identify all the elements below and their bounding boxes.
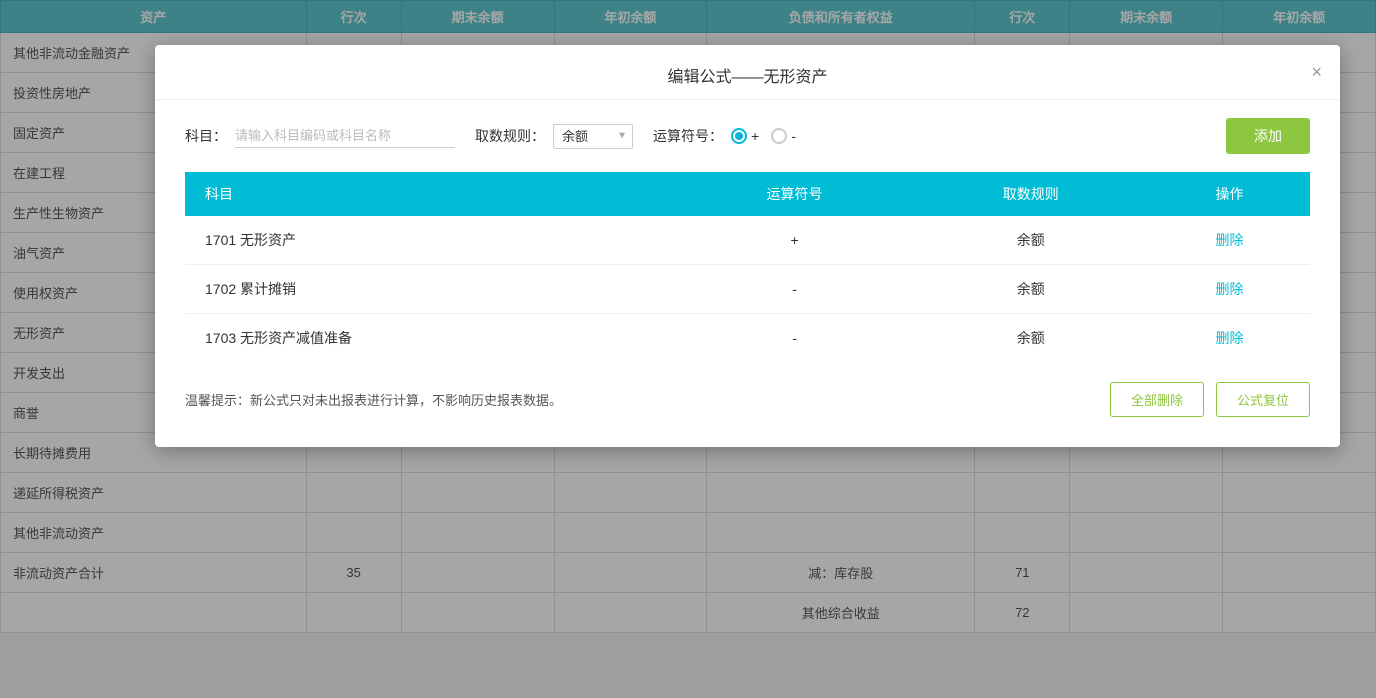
footer-buttons: 全部删除 公式复位 [1110, 382, 1310, 417]
table-row: 1701 无形资产+余额 删除 [185, 216, 1310, 265]
table-row: 1702 累计摊销-余额 删除 [185, 265, 1310, 314]
rule-group: 取数规则： 余额 借方 贷方 ▼ [475, 124, 633, 149]
operator-label: 运算符号： [653, 126, 723, 146]
cell-subject: 1701 无形资产 [185, 216, 676, 265]
add-button[interactable]: 添加 [1226, 118, 1310, 154]
modal-header: 编辑公式——无形资产 × [155, 45, 1340, 100]
delete-all-button[interactable]: 全部删除 [1110, 382, 1204, 417]
table-header-action: 操作 [1149, 172, 1310, 216]
cell-action: 删除 [1149, 314, 1310, 363]
table-row: 1703 无形资产减值准备-余额 删除 [185, 314, 1310, 363]
operator-radio-group: + - [731, 128, 796, 144]
modal-footer: 温馨提示：新公式只对未出报表进行计算，不影响历史报表数据。 全部删除 公式复位 [155, 362, 1340, 417]
modal-close-button[interactable]: × [1311, 63, 1322, 81]
cell-rule: 余额 [913, 314, 1149, 363]
reset-button[interactable]: 公式复位 [1216, 382, 1310, 417]
cell-action: 删除 [1149, 265, 1310, 314]
modal-dialog: 编辑公式——无形资产 × 科目： 取数规则： 余额 借方 贷方 ▼ 运算符号： [155, 45, 1340, 447]
cell-action: 删除 [1149, 216, 1310, 265]
cell-subject: 1703 无形资产减值准备 [185, 314, 676, 363]
data-table-wrapper: 科目 运算符号 取数规则 操作 1701 无形资产+余额删除1702 累计摊销-… [155, 172, 1340, 362]
formula-table: 科目 运算符号 取数规则 操作 1701 无形资产+余额删除1702 累计摊销-… [185, 172, 1310, 362]
cell-operator: - [676, 314, 912, 363]
subject-group: 科目： [185, 124, 455, 148]
cell-operator: + [676, 216, 912, 265]
radio-plus[interactable]: + [731, 128, 759, 144]
rule-select-container: 余额 借方 贷方 ▼ [553, 124, 633, 149]
rule-select[interactable]: 余额 借方 贷方 [553, 124, 633, 149]
delete-row-button[interactable]: 删除 [1215, 281, 1243, 297]
radio-plus-label: + [751, 128, 759, 144]
table-header-operator: 运算符号 [676, 172, 912, 216]
delete-row-button[interactable]: 删除 [1215, 330, 1243, 346]
radio-minus-label: - [791, 128, 796, 144]
delete-row-button[interactable]: 删除 [1215, 232, 1243, 248]
subject-label: 科目： [185, 126, 227, 146]
footer-tip: 温馨提示：新公式只对未出报表进行计算，不影响历史报表数据。 [185, 390, 562, 409]
radio-minus[interactable]: - [771, 128, 796, 144]
formula-form: 科目： 取数规则： 余额 借方 贷方 ▼ 运算符号： + [155, 100, 1340, 172]
table-header-rule: 取数规则 [913, 172, 1149, 216]
radio-plus-circle [731, 128, 747, 144]
table-header-subject: 科目 [185, 172, 676, 216]
operator-group: 运算符号： + - [653, 126, 796, 146]
cell-operator: - [676, 265, 912, 314]
modal-title: 编辑公式——无形资产 [667, 63, 827, 87]
cell-rule: 余额 [913, 265, 1149, 314]
rule-label: 取数规则： [475, 126, 545, 146]
radio-minus-circle [771, 128, 787, 144]
subject-input[interactable] [235, 124, 455, 148]
cell-subject: 1702 累计摊销 [185, 265, 676, 314]
cell-rule: 余额 [913, 216, 1149, 265]
